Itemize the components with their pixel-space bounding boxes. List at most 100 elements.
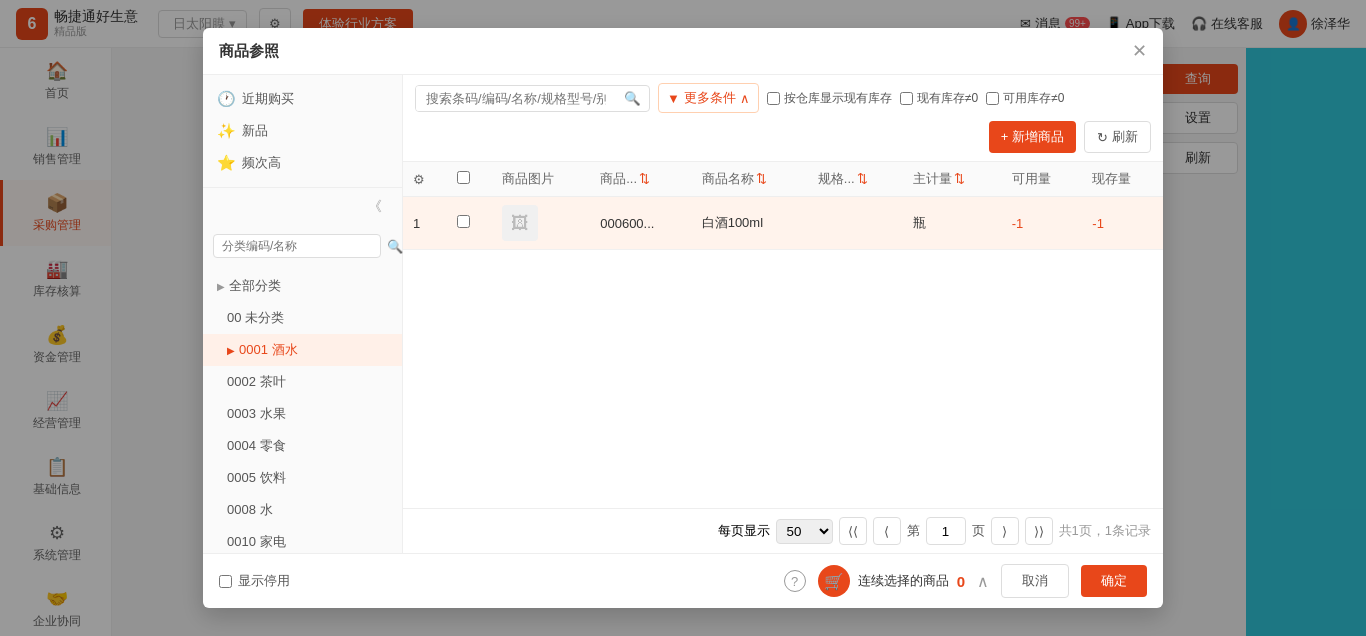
frequent-label: 频次高 (242, 154, 281, 172)
th-code: 商品...⇅ (590, 162, 691, 197)
quick-links-section: 🕐 近期购买 ✨ 新品 ⭐ 频次高 (203, 75, 402, 188)
available-stock-checkbox-label[interactable]: 可用库存≠0 (986, 90, 1064, 107)
cell-no: 1 (403, 197, 447, 250)
modal-overlay: 商品参照 ✕ 🕐 近期购买 ✨ 新品 ⭐ 频次高 (0, 0, 1366, 636)
cat-item-fruit[interactable]: 0003 水果 (203, 398, 402, 430)
refresh-label: 刷新 (1112, 128, 1138, 146)
cat-item-wine[interactable]: ▶ 0001 酒水 (203, 334, 402, 366)
collapse-footer-button[interactable]: ∧ (977, 572, 989, 591)
frequent-icon: ⭐ (217, 154, 236, 172)
cell-name: 白酒100ml (692, 197, 808, 250)
frequent-link[interactable]: ⭐ 频次高 (203, 147, 402, 179)
per-page-select[interactable]: 50 100 (776, 519, 833, 544)
th-image: 商品图片 (492, 162, 590, 197)
warehouse-stock-checkbox[interactable] (767, 92, 780, 105)
cancel-button[interactable]: 取消 (1001, 564, 1069, 598)
toolbar-right-buttons: + 新增商品 ↻ 刷新 (989, 121, 1151, 153)
current-stock-checkbox-label[interactable]: 现有库存≠0 (900, 90, 978, 107)
product-search-input[interactable] (416, 86, 616, 111)
th-stock: 现存量 (1082, 162, 1163, 197)
category-search-input[interactable] (213, 234, 381, 258)
next-page-button[interactable]: ⟩ (991, 517, 1019, 545)
available-stock-label: 可用库存≠0 (1003, 90, 1064, 107)
cat-water-label: 0008 水 (227, 501, 273, 519)
help-button[interactable]: ? (784, 570, 806, 592)
product-table-area: ⚙ 商品图片 商品...⇅ 商品名称⇅ 规格...⇅ 主计量⇅ 可用量 现存量 (403, 162, 1163, 508)
category-list: ▶ 全部分类 00 未分类 ▶ 0001 酒水 0002 茶叶 0003 水果 (203, 266, 402, 553)
th-spec: 规格...⇅ (808, 162, 903, 197)
new-icon: ✨ (217, 122, 236, 140)
table-header-row: ⚙ 商品图片 商品...⇅ 商品名称⇅ 规格...⇅ 主计量⇅ 可用量 现存量 (403, 162, 1163, 197)
cat-item-water[interactable]: 0008 水 (203, 494, 402, 526)
cell-check (447, 197, 492, 250)
recent-purchase-link[interactable]: 🕐 近期购买 (203, 83, 402, 115)
collapse-panel-button[interactable]: 《 (362, 192, 394, 222)
category-search-row: 🔍 (203, 226, 402, 266)
page-label: 第 (907, 522, 920, 540)
cat-uncategorized-label: 00 未分类 (227, 309, 284, 327)
th-name: 商品名称⇅ (692, 162, 808, 197)
confirm-button[interactable]: 确定 (1081, 565, 1147, 597)
product-toolbar: 🔍 ▼ 更多条件 ∧ 按仓库显示现有库存 现有库存≠0 (403, 75, 1163, 162)
product-search-button[interactable]: 🔍 (616, 86, 649, 111)
cat-item-uncategorized[interactable]: 00 未分类 (203, 302, 402, 334)
cell-image: 🖼 (492, 197, 590, 250)
show-disabled-checkbox[interactable] (219, 575, 232, 588)
modal-close-button[interactable]: ✕ (1132, 40, 1147, 62)
stock-value: -1 (1092, 216, 1104, 231)
table-row[interactable]: 1 🖼 000600... 白酒100ml 瓶 -1 -1 (403, 197, 1163, 250)
cart-count: 0 (957, 573, 965, 590)
refresh-table-button[interactable]: ↻ 刷新 (1084, 121, 1151, 153)
cat-beverage-label: 0005 饮料 (227, 469, 286, 487)
cat-item-snack[interactable]: 0004 零食 (203, 430, 402, 462)
cat-all-label: 全部分类 (229, 277, 281, 295)
modal-body: 🕐 近期购买 ✨ 新品 ⭐ 频次高 《 (203, 75, 1163, 553)
select-all-checkbox[interactable] (457, 171, 470, 184)
warehouse-stock-label: 按仓库显示现有库存 (784, 90, 892, 107)
last-page-button[interactable]: ⟩⟩ (1025, 517, 1053, 545)
cart-icon: 🛒 (818, 565, 850, 597)
filter-label: 更多条件 (684, 89, 736, 107)
cat-snack-label: 0004 零食 (227, 437, 286, 455)
expand-wine-icon: ▶ (227, 345, 235, 356)
cat-item-all[interactable]: ▶ 全部分类 (203, 270, 402, 302)
collapse-row: 《 (203, 188, 402, 226)
current-stock-label: 现有库存≠0 (917, 90, 978, 107)
category-search-icon[interactable]: 🔍 (387, 239, 403, 254)
first-page-button[interactable]: ⟨⟨ (839, 517, 867, 545)
th-unit: 主计量⇅ (903, 162, 1001, 197)
product-table: ⚙ 商品图片 商品...⇅ 商品名称⇅ 规格...⇅ 主计量⇅ 可用量 现存量 (403, 162, 1163, 250)
product-reference-modal: 商品参照 ✕ 🕐 近期购买 ✨ 新品 ⭐ 频次高 (203, 28, 1163, 608)
row-checkbox[interactable] (457, 215, 470, 228)
modal-footer: 显示停用 ? 🛒 连续选择的商品 0 ∧ 取消 确定 (203, 553, 1163, 608)
new-products-link[interactable]: ✨ 新品 (203, 115, 402, 147)
show-disabled-label[interactable]: 显示停用 (219, 572, 290, 590)
more-filter-button[interactable]: ▼ 更多条件 ∧ (658, 83, 759, 113)
available-stock-checkbox[interactable] (986, 92, 999, 105)
current-stock-checkbox[interactable] (900, 92, 913, 105)
cat-item-beverage[interactable]: 0005 饮料 (203, 462, 402, 494)
cell-unit: 瓶 (903, 197, 1001, 250)
th-settings: ⚙ (403, 162, 447, 197)
warehouse-stock-checkbox-label[interactable]: 按仓库显示现有库存 (767, 90, 892, 107)
cell-stock: -1 (1082, 197, 1163, 250)
recent-icon: 🕐 (217, 90, 236, 108)
th-available: 可用量 (1002, 162, 1083, 197)
add-product-button[interactable]: + 新增商品 (989, 121, 1076, 153)
filter-arrow: ∧ (740, 91, 750, 106)
product-thumbnail: 🖼 (502, 205, 538, 241)
cell-spec (808, 197, 903, 250)
category-panel: 🕐 近期购买 ✨ 新品 ⭐ 频次高 《 (203, 75, 403, 553)
cell-available: -1 (1002, 197, 1083, 250)
per-page-selector: 每页显示 50 100 (718, 519, 833, 544)
cat-fruit-label: 0003 水果 (227, 405, 286, 423)
col-settings-icon[interactable]: ⚙ (413, 172, 425, 187)
prev-page-button[interactable]: ⟨ (873, 517, 901, 545)
page-total-info: 共1页，1条记录 (1059, 522, 1151, 540)
cat-item-appliance[interactable]: 0010 家电 (203, 526, 402, 553)
page-number-input[interactable] (926, 517, 966, 545)
cat-tea-label: 0002 茶叶 (227, 373, 286, 391)
pagination-bar: 每页显示 50 100 ⟨⟨ ⟨ 第 页 ⟩ ⟩⟩ 共1页，1条记录 (403, 508, 1163, 553)
cat-item-tea[interactable]: 0002 茶叶 (203, 366, 402, 398)
show-disabled-text: 显示停用 (238, 572, 290, 590)
